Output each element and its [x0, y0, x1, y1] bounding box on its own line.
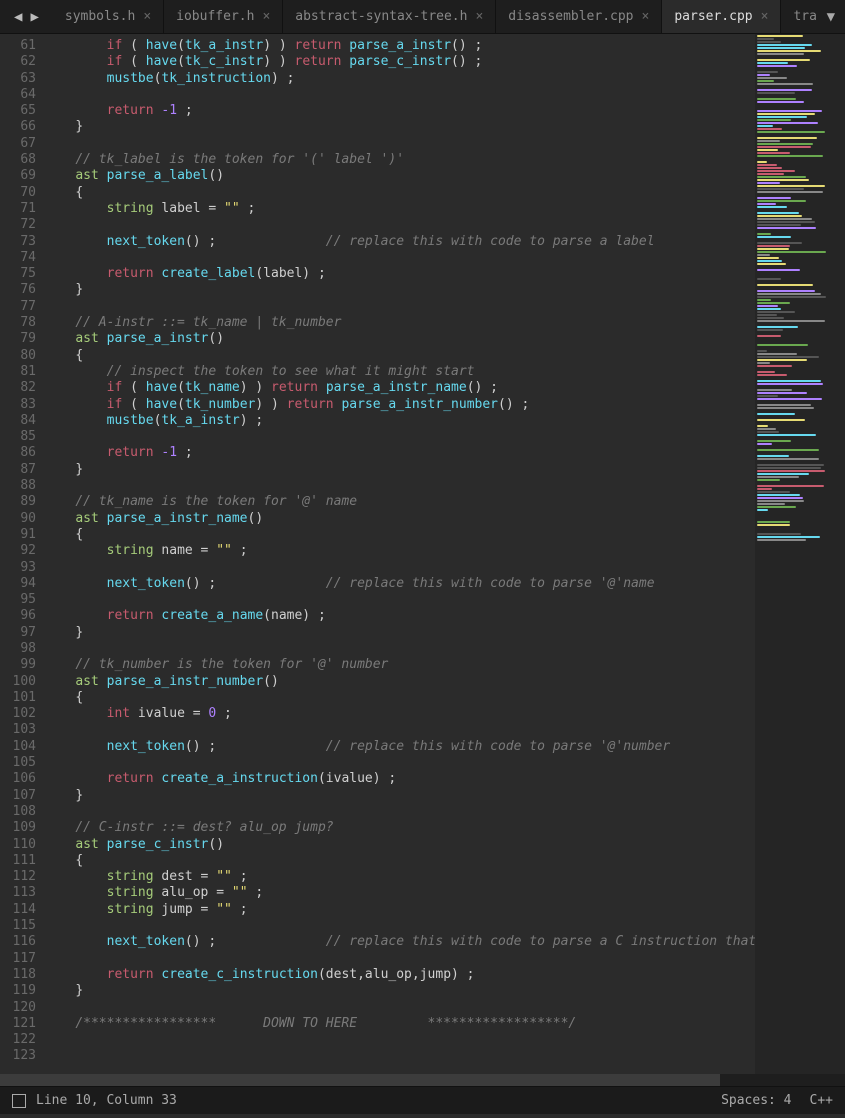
indentation-setting[interactable]: Spaces: 4 — [721, 1093, 791, 1108]
code-line: int ivalue = 0 ; — [44, 706, 755, 722]
code-line: // tk_name is the token for '@' name — [44, 494, 755, 510]
language-mode[interactable]: C++ — [810, 1093, 833, 1108]
tab-disassembler-cpp[interactable]: disassembler.cpp × — [496, 0, 662, 33]
code-line: string jump = "" ; — [44, 902, 755, 918]
code-line — [44, 804, 755, 820]
code-line: if ( have(tk_c_instr) ) return parse_c_i… — [44, 54, 755, 70]
code-editor[interactable]: if ( have(tk_a_instr) ) return parse_a_i… — [44, 34, 755, 1074]
tab-label: parser.cpp — [674, 9, 752, 24]
code-line — [44, 951, 755, 967]
close-icon[interactable]: × — [475, 9, 483, 24]
tab-label: disassembler.cpp — [508, 9, 633, 24]
code-line: string alu_op = "" ; — [44, 885, 755, 901]
code-line: { — [44, 348, 755, 364]
arrow-left-icon[interactable]: ◀ — [10, 9, 26, 25]
code-line: return -1 ; — [44, 445, 755, 461]
code-line — [44, 1048, 755, 1064]
code-line: } — [44, 119, 755, 135]
code-line: ast parse_a_label() — [44, 168, 755, 184]
code-line: next_token() ; // replace this with code… — [44, 739, 755, 755]
code-line — [44, 478, 755, 494]
code-line: // tk_number is the token for '@' number — [44, 657, 755, 673]
code-line: { — [44, 690, 755, 706]
code-line: mustbe(tk_a_instr) ; — [44, 413, 755, 429]
code-line — [44, 641, 755, 657]
close-icon[interactable]: × — [262, 9, 270, 24]
code-line: } — [44, 625, 755, 641]
code-line: next_token() ; // replace this with code… — [44, 234, 755, 250]
code-line: } — [44, 983, 755, 999]
code-line: } — [44, 788, 755, 804]
code-line — [44, 1032, 755, 1048]
code-line: return -1 ; — [44, 103, 755, 119]
code-line: string name = "" ; — [44, 543, 755, 559]
code-line: // inspect the token to see what it migh… — [44, 364, 755, 380]
code-line: next_token() ; // replace this with code… — [44, 934, 755, 950]
code-line — [44, 918, 755, 934]
status-bar: Line 10, Column 33 Spaces: 4 C++ — [0, 1086, 845, 1114]
tab-label: iobuffer.h — [176, 9, 254, 24]
code-line: { — [44, 185, 755, 201]
code-line: ast parse_a_instr_name() — [44, 511, 755, 527]
tab-bar: ◀ ▶ symbols.h×iobuffer.h×abstract-syntax… — [0, 0, 845, 34]
panel-icon[interactable] — [12, 1094, 26, 1108]
editor-area: 61 62 63 64 65 66 67 68 69 70 71 72 73 7… — [0, 34, 845, 1074]
code-line: mustbe(tk_instruction) ; — [44, 71, 755, 87]
nav-arrows: ◀ ▶ — [0, 9, 53, 25]
code-line: // C-instr ::= dest? alu_op jump? — [44, 820, 755, 836]
code-line: return create_a_name(name) ; — [44, 608, 755, 624]
code-line: // tk_label is the token for '(' label '… — [44, 152, 755, 168]
cursor-position[interactable]: Line 10, Column 33 — [36, 1093, 177, 1108]
close-icon[interactable]: × — [143, 9, 151, 24]
scrollbar-thumb[interactable] — [0, 1074, 720, 1086]
code-line — [44, 136, 755, 152]
code-line — [44, 592, 755, 608]
code-line — [44, 250, 755, 266]
tab-label: symbols.h — [65, 9, 135, 24]
tab-iobuffer-h[interactable]: iobuffer.h × — [164, 0, 283, 33]
code-line: ast parse_c_instr() — [44, 837, 755, 853]
tab-parser-cpp[interactable]: parser.cpp × — [662, 0, 781, 33]
close-icon[interactable]: × — [642, 9, 650, 24]
arrow-right-icon[interactable]: ▶ — [26, 9, 42, 25]
code-line: { — [44, 527, 755, 543]
code-line: next_token() ; // replace this with code… — [44, 576, 755, 592]
close-icon[interactable]: × — [761, 9, 769, 24]
code-line: return create_c_instruction(dest,alu_op,… — [44, 967, 755, 983]
code-line: ast parse_a_instr_number() — [44, 674, 755, 690]
code-line: // A-instr ::= tk_name | tk_number — [44, 315, 755, 331]
code-line — [44, 299, 755, 315]
code-line: } — [44, 282, 755, 298]
tab-abstract-syntax-tree-h[interactable]: abstract-syntax-tree.h × — [283, 0, 496, 33]
code-line — [44, 722, 755, 738]
tab-label: translator.cpp — [793, 9, 816, 24]
tab-overflow-icon[interactable]: ▼ — [817, 9, 845, 25]
code-line: } — [44, 462, 755, 478]
tab-label: abstract-syntax-tree.h — [295, 9, 467, 24]
line-number-gutter: 61 62 63 64 65 66 67 68 69 70 71 72 73 7… — [0, 34, 44, 1074]
code-line: return create_a_instruction(ivalue) ; — [44, 771, 755, 787]
code-line — [44, 87, 755, 103]
code-line: { — [44, 853, 755, 869]
horizontal-scrollbar[interactable] — [0, 1074, 845, 1086]
code-line: ast parse_a_instr() — [44, 331, 755, 347]
code-line: if ( have(tk_a_instr) ) return parse_a_i… — [44, 38, 755, 54]
minimap[interactable] — [755, 34, 845, 1074]
code-line — [44, 755, 755, 771]
code-line — [44, 560, 755, 576]
code-line: string label = "" ; — [44, 201, 755, 217]
code-line: return create_label(label) ; — [44, 266, 755, 282]
code-line: if ( have(tk_number) ) return parse_a_in… — [44, 397, 755, 413]
code-line: if ( have(tk_name) ) return parse_a_inst… — [44, 380, 755, 396]
tab-symbols-h[interactable]: symbols.h × — [53, 0, 164, 33]
tabs-container: symbols.h×iobuffer.h×abstract-syntax-tre… — [53, 0, 817, 33]
code-line — [44, 429, 755, 445]
code-line: string dest = "" ; — [44, 869, 755, 885]
code-line — [44, 1000, 755, 1016]
code-line — [44, 217, 755, 233]
tab-translator-cpp[interactable]: translator.cpp× — [781, 0, 816, 33]
code-line: /***************** DOWN TO HERE ********… — [44, 1016, 755, 1032]
